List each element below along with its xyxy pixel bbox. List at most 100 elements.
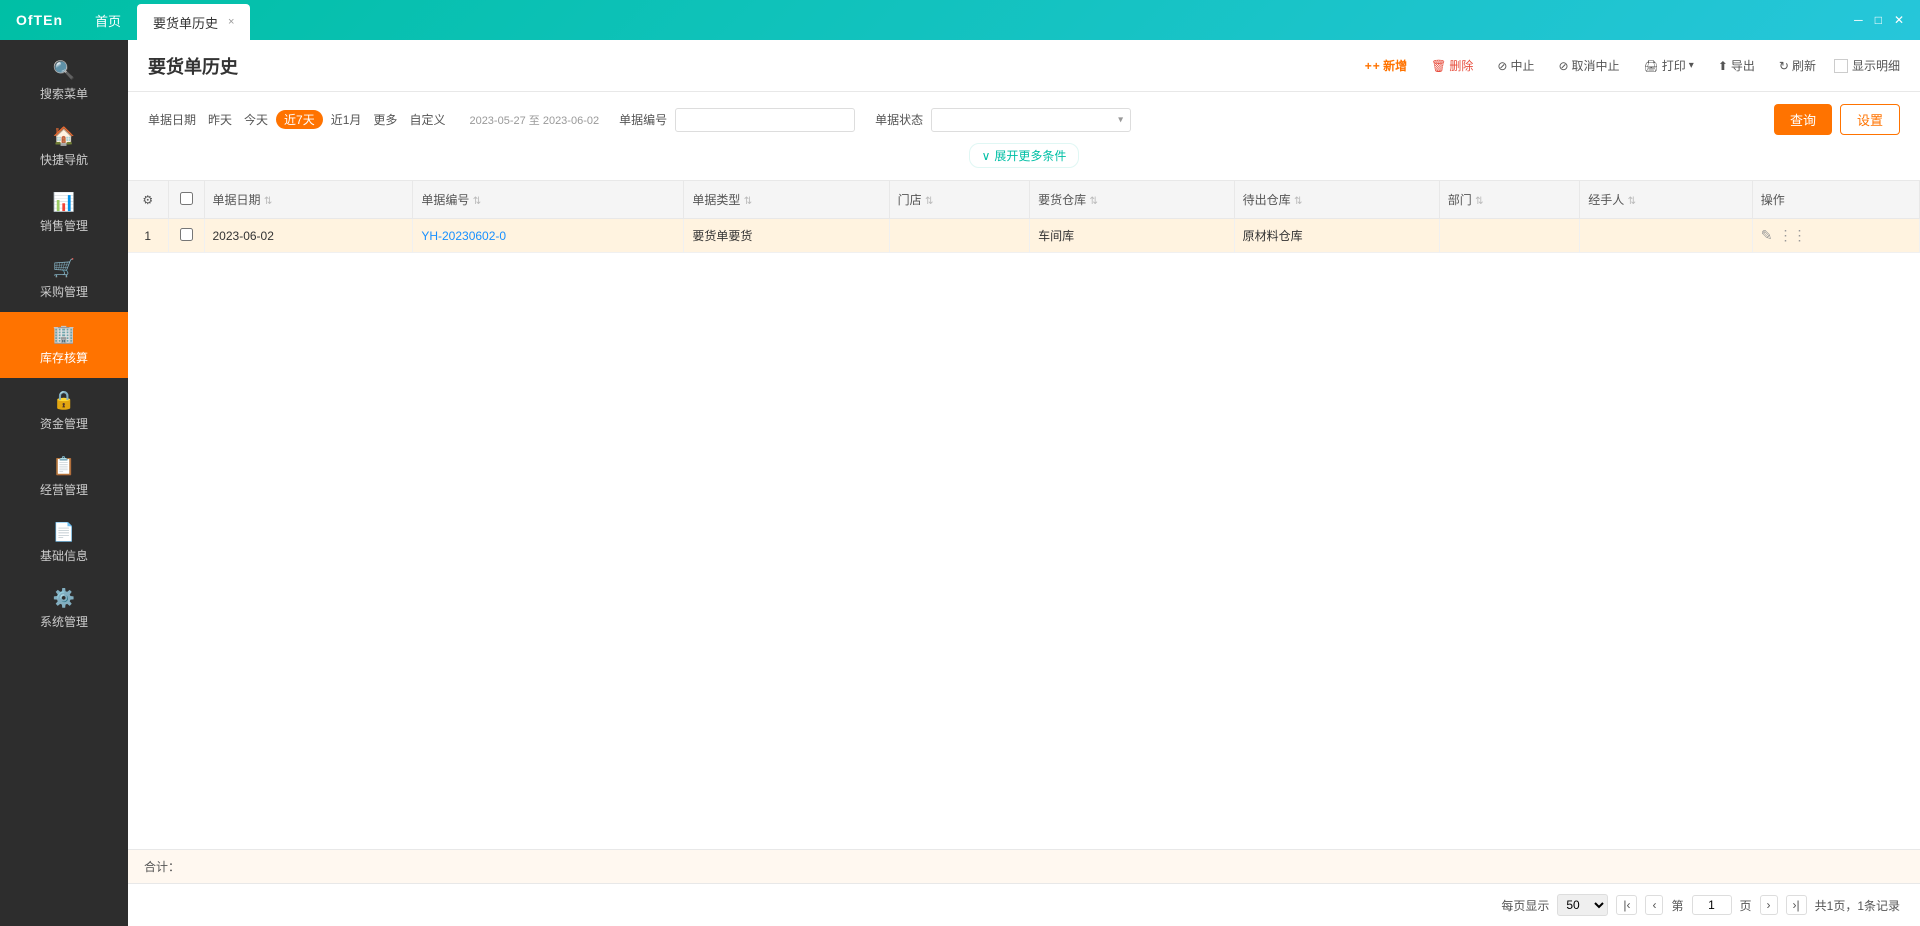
date-btn-1month[interactable]: 近1月 — [327, 110, 366, 129]
print-icon: 🖨 — [1644, 59, 1659, 73]
table-body: 1 2023-06-02 YH-20230602-0 要货单要货 — [128, 219, 1920, 253]
first-page-button[interactable]: |‹ — [1616, 895, 1637, 915]
minimize-icon[interactable]: ─ — [1854, 13, 1863, 27]
sidebar-item-label: 采购管理 — [40, 283, 88, 300]
doc-date-sort-icon[interactable]: ⇅ — [264, 196, 272, 207]
date-range-display: 2023-05-27 至 2023-06-02 — [469, 112, 599, 128]
tab-requisition-history[interactable]: 要货单历史 × — [137, 4, 250, 40]
sidebar-item-label: 搜索菜单 — [40, 85, 88, 102]
suspend-button[interactable]: ⊘ 中止 — [1491, 53, 1540, 78]
doc-number-input[interactable] — [675, 108, 855, 132]
filter-area: 单据日期 昨天 今天 近7天 近1月 更多 自定义 2023-05-27 至 2… — [128, 92, 1920, 181]
row-store — [889, 219, 1030, 253]
pagination-bar: 每页显示 10 20 50 100 |‹ ‹ 第 页 › ›| 共1页，1条记录 — [128, 883, 1920, 926]
col-doc-type: 单据类型 ⇅ — [684, 181, 889, 219]
data-table: ⚙ 单据日期 ⇅ 单据编号 ⇅ — [128, 181, 1920, 253]
doc-number-filter-group: 单据编号 — [619, 108, 855, 132]
col-doc-number: 单据编号 ⇅ — [413, 181, 684, 219]
show-detail-button[interactable]: 显示明细 — [1834, 57, 1900, 74]
main-layout: 🔍 搜索菜单 🏠 快捷导航 📊 销售管理 🛒 采购管理 🏢 库存核算 🔒 资金管… — [0, 40, 1920, 926]
filter-actions: 查询 设置 — [1774, 104, 1900, 135]
sidebar-item-quick-nav[interactable]: 🏠 快捷导航 — [0, 114, 128, 180]
row-doc-type: 要货单要货 — [684, 219, 889, 253]
search-menu-icon: 🔍 — [53, 60, 75, 81]
status-select[interactable] — [931, 108, 1131, 132]
print-dropdown-icon: ▾ — [1689, 60, 1694, 71]
doc-number-sort-icon[interactable]: ⇅ — [473, 196, 481, 207]
delete-icon: 🗑 — [1431, 59, 1446, 73]
page-size-label: 每页显示 — [1501, 897, 1549, 914]
sidebar-item-purchase-mgmt[interactable]: 🛒 采购管理 — [0, 246, 128, 312]
row-handler — [1580, 219, 1753, 253]
sidebar-item-sys-mgmt[interactable]: ⚙️ 系统管理 — [0, 576, 128, 642]
sidebar: 🔍 搜索菜单 🏠 快捷导航 📊 销售管理 🛒 采购管理 🏢 库存核算 🔒 资金管… — [0, 40, 128, 926]
status-label: 单据状态 — [875, 111, 923, 128]
prev-page-button[interactable]: ‹ — [1645, 895, 1663, 915]
show-detail-checkbox[interactable] — [1834, 59, 1848, 73]
sidebar-item-label: 基础信息 — [40, 547, 88, 564]
next-page-button[interactable]: › — [1760, 895, 1778, 915]
expand-more-row: ∨ 展开更多条件 — [148, 143, 1900, 168]
refresh-icon: ↻ — [1779, 59, 1789, 73]
row-req-warehouse: 车间库 — [1030, 219, 1234, 253]
sidebar-item-basic-info[interactable]: 📄 基础信息 — [0, 510, 128, 576]
content-area: 要货单历史 + + 新增 🗑 删除 ⊘ 中止 ⊘ 取消中止 — [128, 40, 1920, 926]
query-button[interactable]: 查询 — [1774, 104, 1832, 135]
date-btn-yesterday[interactable]: 昨天 — [204, 110, 236, 129]
last-page-button[interactable]: ›| — [1786, 895, 1807, 915]
delete-button[interactable]: 🗑 删除 — [1425, 53, 1479, 78]
tab-requisition-label: 要货单历史 — [153, 13, 218, 32]
home-icon: 🏠 — [53, 126, 75, 147]
settings-button[interactable]: 设置 — [1840, 104, 1900, 135]
page-number-input[interactable] — [1692, 895, 1732, 915]
sidebar-item-search-menu[interactable]: 🔍 搜索菜单 — [0, 48, 128, 114]
date-btn-today[interactable]: 今天 — [240, 110, 272, 129]
table-settings-icon[interactable]: ⚙ — [142, 193, 153, 207]
edit-action-icon[interactable]: ✎ — [1761, 227, 1773, 244]
sidebar-item-inventory-calc[interactable]: 🏢 库存核算 — [0, 312, 128, 378]
date-btn-custom[interactable]: 自定义 — [405, 110, 449, 129]
page-header: 要货单历史 + + 新增 🗑 删除 ⊘ 中止 ⊘ 取消中止 — [128, 40, 1920, 92]
total-info: 共1页，1条记录 — [1815, 897, 1900, 914]
department-sort-icon[interactable]: ⇅ — [1475, 196, 1483, 207]
refresh-button[interactable]: ↻ 刷新 — [1773, 53, 1822, 78]
new-button[interactable]: + + 新增 — [1359, 53, 1413, 78]
top-bar: OfTEn 首页 要货单历史 × ─ □ ✕ — [0, 0, 1920, 40]
sidebar-item-sales-mgmt[interactable]: 📊 销售管理 — [0, 180, 128, 246]
table-area: ⚙ 单据日期 ⇅ 单据编号 ⇅ — [128, 181, 1920, 883]
row-doc-number[interactable]: YH-20230602-0 — [413, 219, 684, 253]
col-settings[interactable]: ⚙ — [128, 181, 168, 219]
handler-sort-icon[interactable]: ⇅ — [1628, 196, 1636, 207]
total-label: 合计： — [144, 860, 180, 874]
tab-close-icon[interactable]: × — [228, 16, 234, 28]
doc-type-sort-icon[interactable]: ⇅ — [744, 196, 752, 207]
cancel-suspend-icon: ⊘ — [1558, 59, 1568, 73]
maximize-icon[interactable]: □ — [1875, 13, 1882, 27]
select-all-checkbox[interactable] — [180, 192, 193, 205]
sidebar-item-ops-mgmt[interactable]: 📋 经营管理 — [0, 444, 128, 510]
expand-more-button[interactable]: ∨ 展开更多条件 — [969, 143, 1080, 168]
date-btn-7days[interactable]: 近7天 — [276, 110, 323, 129]
row-checkbox[interactable] — [180, 228, 193, 241]
sidebar-item-finance-mgmt[interactable]: 🔒 资金管理 — [0, 378, 128, 444]
cancel-suspend-button[interactable]: ⊘ 取消中止 — [1552, 53, 1625, 78]
sidebar-item-label: 快捷导航 — [40, 151, 88, 168]
print-button[interactable]: 🖨 打印 ▾ — [1638, 53, 1700, 78]
pending-warehouse-sort-icon[interactable]: ⇅ — [1294, 196, 1302, 207]
doc-number-link[interactable]: YH-20230602-0 — [421, 229, 506, 243]
inventory-icon: 🏢 — [53, 324, 75, 345]
expand-down-icon: ∨ — [982, 149, 991, 163]
close-window-icon[interactable]: ✕ — [1894, 13, 1904, 27]
date-filter-buttons: 昨天 今天 近7天 近1月 更多 自定义 — [204, 110, 449, 129]
col-checkbox[interactable] — [168, 181, 204, 219]
store-sort-icon[interactable]: ⇅ — [925, 196, 933, 207]
page-size-select[interactable]: 10 20 50 100 — [1557, 894, 1608, 916]
tab-home[interactable]: 首页 — [79, 0, 137, 40]
more-action-icon[interactable]: ⋮⋮ — [1779, 227, 1807, 244]
req-warehouse-sort-icon[interactable]: ⇅ — [1089, 196, 1097, 207]
status-filter-group: 单据状态 ▾ — [875, 108, 1131, 132]
date-btn-more[interactable]: 更多 — [369, 110, 401, 129]
export-button[interactable]: ⬆ 导出 — [1712, 53, 1761, 78]
row-checkbox-cell[interactable] — [168, 219, 204, 253]
table-header: ⚙ 单据日期 ⇅ 单据编号 ⇅ — [128, 181, 1920, 219]
